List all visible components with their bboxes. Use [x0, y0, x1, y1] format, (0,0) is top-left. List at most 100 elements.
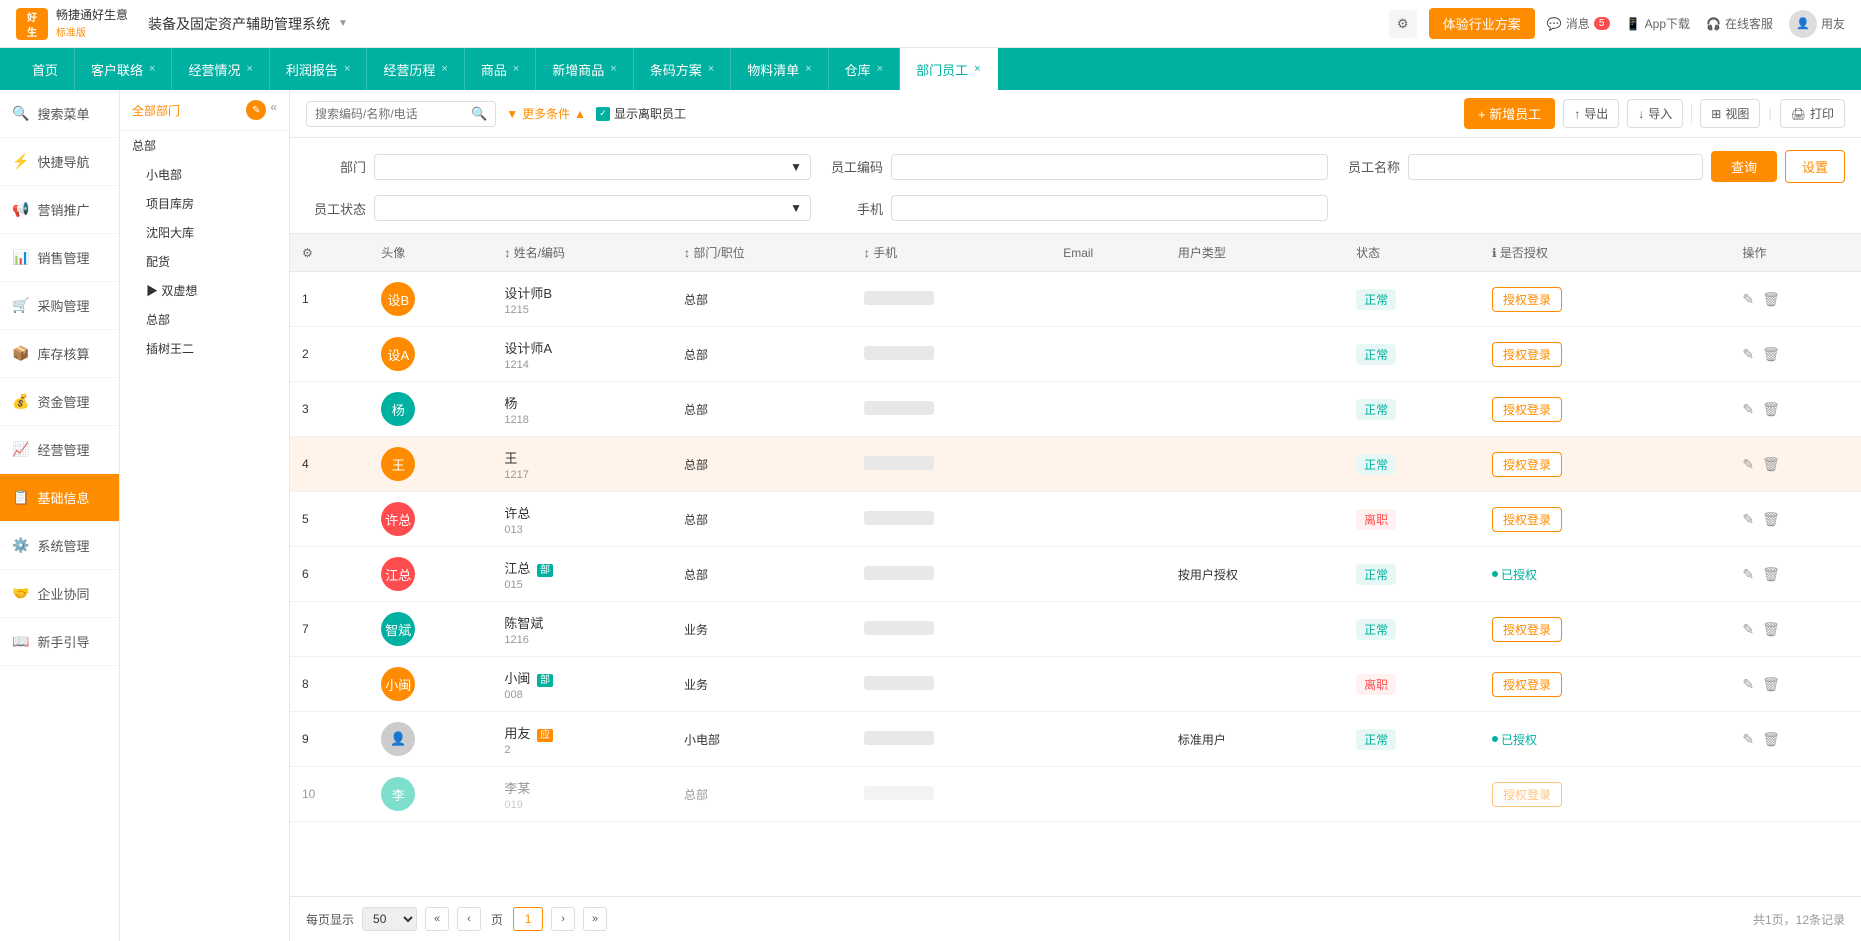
dept-collapse-button[interactable]: « [270, 100, 277, 120]
message-button[interactable]: 💬 消息 5 [1547, 15, 1610, 32]
left-nav-item-资金管理[interactable]: 💰资金管理 [0, 378, 119, 426]
dept-node-配货[interactable]: 配货 [120, 247, 289, 276]
edit-icon[interactable]: ✎ [1742, 511, 1754, 528]
export-button[interactable]: ↑ 导出 [1563, 99, 1619, 128]
nav-tab-经营情况[interactable]: 经营情况 × [172, 48, 269, 90]
tab-close-icon[interactable]: × [513, 63, 519, 75]
left-nav-item-营销推广[interactable]: 📢营销推广 [0, 186, 119, 234]
page-size-select[interactable]: 50 100 200 [362, 907, 417, 931]
nav-tab-新增商品[interactable]: 新增商品 × [536, 48, 633, 90]
nav-tab-条码方案[interactable]: 条码方案 × [634, 48, 731, 90]
authorize-button[interactable]: 授权登录 [1492, 452, 1562, 477]
view-button[interactable]: ⊞ 视图 [1700, 99, 1760, 128]
nav-tab-部门员工[interactable]: 部门员工 × [900, 48, 997, 90]
dept-filter-select[interactable]: ▼ [374, 154, 811, 180]
user-area[interactable]: 👤 用友 [1789, 10, 1845, 38]
edit-icon[interactable]: ✎ [1742, 401, 1754, 418]
delete-icon[interactable]: 🗑 [1762, 731, 1780, 748]
dept-edit-button[interactable]: ✎ [246, 100, 266, 120]
delete-icon[interactable]: 🗑 [1762, 621, 1780, 638]
authorize-button[interactable]: 授权登录 [1492, 672, 1562, 697]
print-button[interactable]: 🖨 打印 [1780, 99, 1845, 128]
delete-icon[interactable]: 🗑 [1762, 566, 1780, 583]
tab-close-icon[interactable]: × [974, 63, 980, 75]
edit-icon[interactable]: ✎ [1742, 676, 1754, 693]
left-nav-item-采购管理[interactable]: 🛒采购管理 [0, 282, 119, 330]
tab-close-icon[interactable]: × [344, 63, 350, 75]
online-service-button[interactable]: 🎧 在线客服 [1706, 15, 1773, 32]
delete-icon[interactable]: 🗑 [1762, 291, 1780, 308]
tab-close-icon[interactable]: × [805, 63, 811, 75]
authorize-button[interactable]: 授权登录 [1492, 507, 1562, 532]
settings-button[interactable]: ⚙ [1389, 10, 1417, 38]
edit-icon[interactable]: ✎ [1742, 731, 1754, 748]
delete-icon[interactable]: 🗑 [1762, 511, 1780, 528]
dept-node-沈阳大库[interactable]: 沈阳大库 [120, 218, 289, 247]
tab-close-icon[interactable]: × [708, 63, 714, 75]
nav-tab-利润报告[interactable]: 利润报告 × [270, 48, 367, 90]
empcode-filter-input[interactable] [891, 154, 1328, 180]
delete-icon[interactable]: 🗑 [1762, 456, 1780, 473]
dept-node-总部[interactable]: 总部 [120, 305, 289, 334]
edit-icon[interactable]: ✎ [1742, 346, 1754, 363]
show-resigned-toggle[interactable]: ✓ 显示离职员工 [596, 105, 686, 122]
col-phone[interactable]: ↕ 手机 [852, 234, 1051, 272]
search-button[interactable]: 查询 [1711, 151, 1777, 182]
left-nav-item-快捷导航[interactable]: ⚡快捷导航 [0, 138, 119, 186]
nav-tab-首页[interactable]: 首页 [16, 48, 75, 90]
set-button[interactable]: 设置 [1785, 150, 1845, 183]
dept-node-总部[interactable]: 总部 [120, 131, 289, 160]
tab-close-icon[interactable]: × [877, 63, 883, 75]
left-nav-item-新手引导[interactable]: 📖新手引导 [0, 618, 119, 666]
nav-tab-物料清单[interactable]: 物料清单 × [731, 48, 828, 90]
authorize-button[interactable]: 授权登录 [1492, 342, 1562, 367]
edit-icon[interactable]: ✎ [1742, 566, 1754, 583]
edit-icon[interactable]: ✎ [1742, 456, 1754, 473]
edit-icon[interactable]: ✎ [1742, 621, 1754, 638]
search-input[interactable] [315, 107, 465, 121]
delete-icon[interactable]: 🗑 [1762, 346, 1780, 363]
last-page-button[interactable]: » [583, 907, 607, 931]
delete-icon[interactable]: 🗑 [1762, 401, 1780, 418]
left-nav-item-销售管理[interactable]: 📊销售管理 [0, 234, 119, 282]
first-page-button[interactable]: « [425, 907, 449, 931]
phone-filter-input[interactable] [891, 195, 1328, 221]
delete-icon[interactable]: 🗑 [1762, 676, 1780, 693]
col-name[interactable]: ↕ 姓名/编码 [492, 234, 672, 272]
nav-tab-商品[interactable]: 商品 × [465, 48, 536, 90]
empname-filter-input[interactable] [1408, 154, 1703, 180]
nav-tab-客户联络[interactable]: 客户联络 × [75, 48, 172, 90]
add-employee-button[interactable]: + 新增员工 [1464, 98, 1555, 129]
tab-close-icon[interactable]: × [149, 63, 155, 75]
more-filter-button[interactable]: ▼ 更多条件 ▲ [506, 105, 586, 122]
prev-page-button[interactable]: ‹ [457, 907, 481, 931]
trial-button[interactable]: 体验行业方案 [1429, 8, 1535, 39]
left-nav-item-企业协同[interactable]: 🤝企业协同 [0, 570, 119, 618]
nav-tab-仓库[interactable]: 仓库 × [829, 48, 900, 90]
authorize-button[interactable]: 授权登录 [1492, 617, 1562, 642]
dept-node-▶ 双虚想[interactable]: ▶ 双虚想 [120, 276, 289, 305]
authorize-button[interactable]: 授权登录 [1492, 397, 1562, 422]
current-page[interactable]: 1 [513, 907, 543, 931]
tab-close-icon[interactable]: × [441, 63, 447, 75]
left-nav-item-经营管理[interactable]: 📈经营管理 [0, 426, 119, 474]
dept-node-小电部[interactable]: 小电部 [120, 160, 289, 189]
dept-node-项目库房[interactable]: 项目库房 [120, 189, 289, 218]
col-dept[interactable]: ↕ 部门/职位 [672, 234, 852, 272]
next-page-button[interactable]: › [551, 907, 575, 931]
import-button[interactable]: ↓ 导入 [1627, 99, 1683, 128]
tab-close-icon[interactable]: × [610, 63, 616, 75]
left-nav-item-基础信息[interactable]: 📋基础信息 [0, 474, 119, 522]
tab-close-icon[interactable]: × [246, 63, 252, 75]
status-filter-select[interactable]: ▼ [374, 195, 811, 221]
left-nav-item-库存核算[interactable]: 📦库存核算 [0, 330, 119, 378]
system-dropdown-icon[interactable]: ▼ [338, 18, 348, 29]
app-download-button[interactable]: 📱 App下载 [1626, 15, 1690, 32]
nav-tab-经营历程[interactable]: 经营历程 × [367, 48, 464, 90]
left-nav-item-系统管理[interactable]: ⚙️系统管理 [0, 522, 119, 570]
edit-icon[interactable]: ✎ [1742, 291, 1754, 308]
resigned-checkbox[interactable]: ✓ [596, 107, 610, 121]
authorize-button[interactable]: 授权登录 [1492, 287, 1562, 312]
all-dept-label[interactable]: 全部部门 [132, 102, 180, 119]
left-nav-item-搜索菜单[interactable]: 🔍搜索菜单 [0, 90, 119, 138]
